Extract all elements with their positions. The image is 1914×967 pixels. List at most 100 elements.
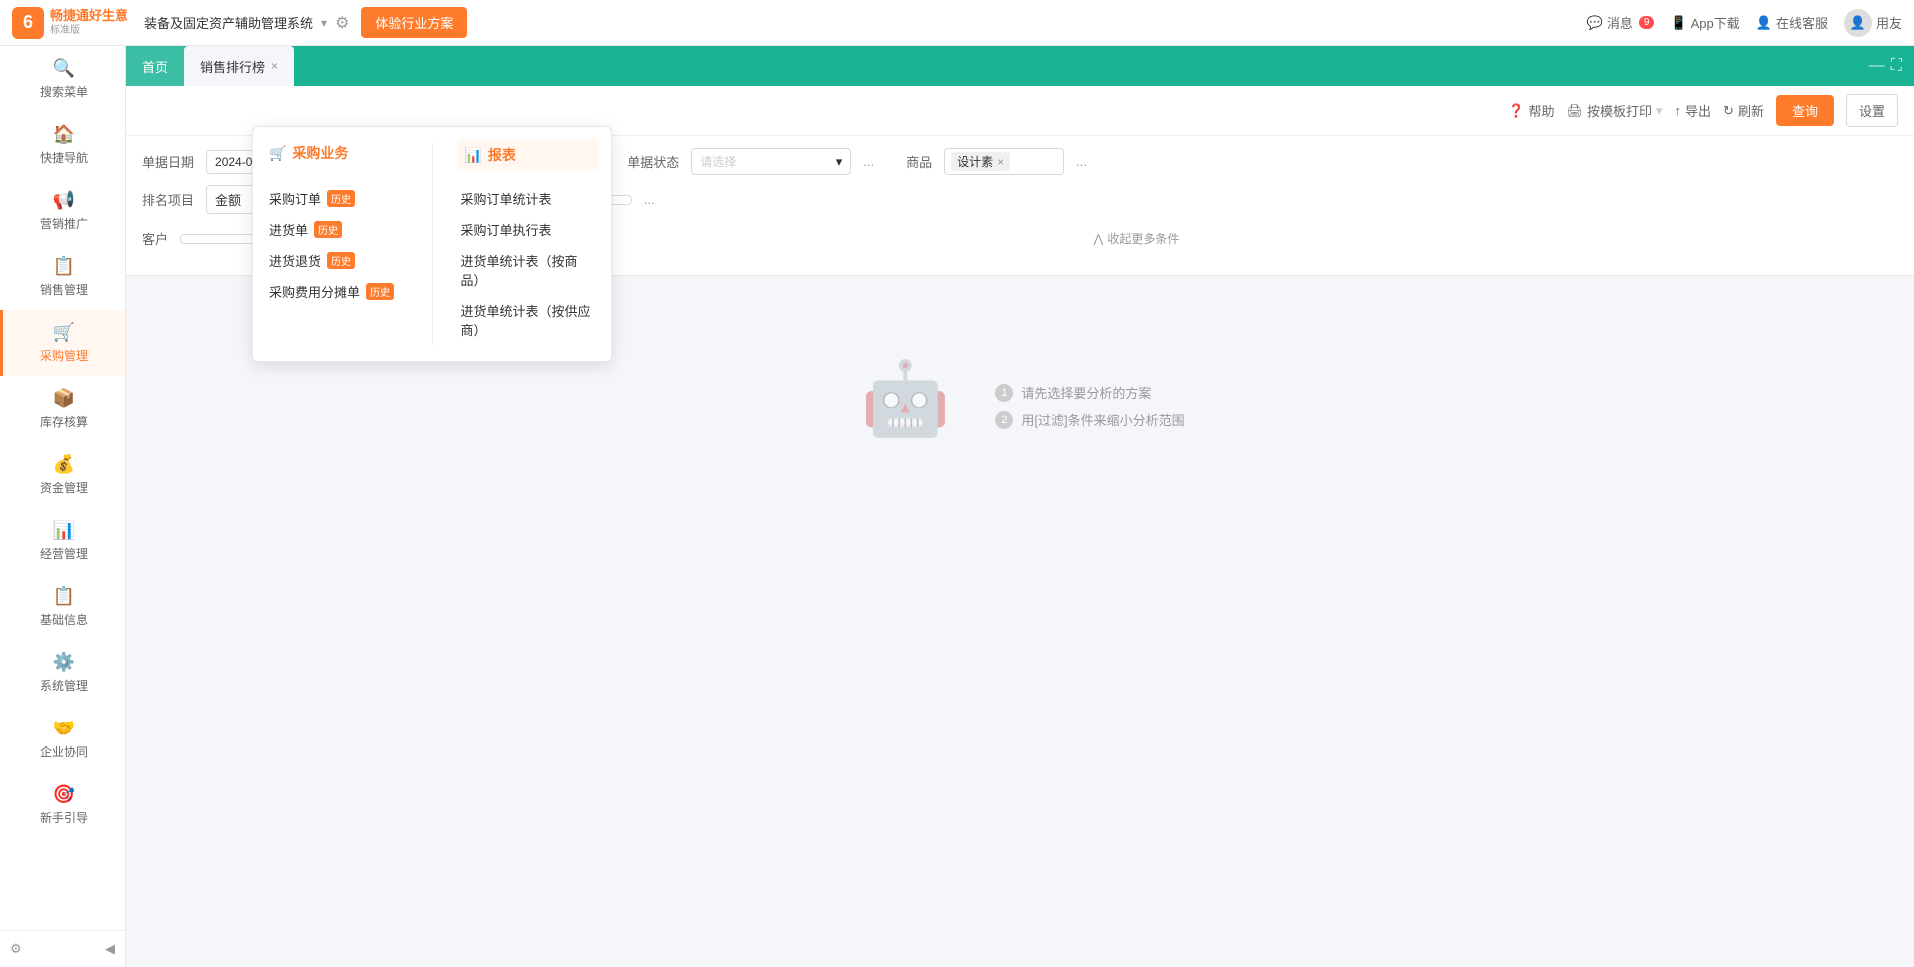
export-btn[interactable]: ↑ 导出 <box>1675 101 1712 120</box>
menu-item-purchase-order-stat-label: 采购订单统计表 <box>461 189 552 208</box>
page-content: ❓ 帮助 🖨 按模板打印 ▾ ↑ 导出 ↻ 刷新 <box>126 86 1914 967</box>
settings-button[interactable]: 设置 <box>1846 94 1898 127</box>
sidebar-item-basic[interactable]: 📋 基础信息 <box>0 574 125 640</box>
sidebar-label-purchase: 采购管理 <box>40 347 88 364</box>
sidebar-item-marketing[interactable]: 📢 营销推广 <box>0 178 125 244</box>
app-download-label: App下载 <box>1691 13 1740 32</box>
status-select[interactable]: 请选择 ▾ <box>691 148 851 175</box>
collapse-button[interactable]: ⋀ 收起更多条件 <box>1088 224 1186 253</box>
purchase-section-label: 采购业务 <box>292 143 348 163</box>
menu-divider <box>432 143 433 345</box>
sidebar-item-quicknav[interactable]: 🏠 快捷导航 <box>0 112 125 178</box>
hint-num-1: 1 <box>995 384 1013 402</box>
menu-item-receipt-stat-supplier[interactable]: 进货单统计表（按供应商） <box>461 295 596 345</box>
query-button[interactable]: 查询 <box>1776 95 1834 126</box>
menu-item-return-label: 进货退货 <box>269 251 321 270</box>
message-badge: 9 <box>1639 16 1655 29</box>
menu-item-receipt[interactable]: 进货单 历史 <box>269 214 404 245</box>
marketing-icon: 📢 <box>53 190 75 211</box>
robot-icon: 🤖 <box>855 356 955 441</box>
message-btn[interactable]: 💬 消息 9 <box>1587 13 1655 32</box>
content-area: 首页 销售排行榜 × — ⛶ ❓ 帮助 <box>126 46 1914 967</box>
menu-item-expense[interactable]: 采购费用分摊单 历史 <box>269 276 404 307</box>
logo-label: 标准版 <box>50 24 128 37</box>
hint-text-2: 用[过滤]条件来缩小分析范围 <box>1021 410 1184 429</box>
hint-num-2: 2 <box>995 411 1013 429</box>
headset-icon: 👤 <box>1756 15 1772 31</box>
app-download-btn[interactable]: 📱 App下载 <box>1670 13 1739 32</box>
rank-value: 金额 <box>215 190 241 209</box>
logo-icon: 6 <box>12 7 44 39</box>
report-section-title: 📊 报表 <box>457 139 600 171</box>
empty-content: 🤖 1 请先选择要分析的方案 2 用[过滤]条件来缩小分析范围 <box>855 356 1184 456</box>
status-dropdown-icon: ▾ <box>836 154 843 170</box>
trial-button[interactable]: 体验行业方案 <box>361 7 467 38</box>
status-label: 单据状态 <box>627 152 679 171</box>
goods-input[interactable]: 设计素 × <box>944 148 1064 175</box>
empty-hints: 1 请先选择要分析的方案 2 用[过滤]条件来缩小分析范围 <box>995 383 1184 429</box>
collapse-label: 收起更多条件 <box>1107 230 1179 247</box>
logo-text: 畅捷通好生意 标准版 <box>50 8 128 38</box>
empty-hint-2: 2 用[过滤]条件来缩小分析范围 <box>995 410 1184 429</box>
goods-dots[interactable]: ... <box>1076 154 1087 169</box>
status-dots[interactable]: ... <box>863 154 874 169</box>
receipt-history-badge: 历史 <box>314 221 342 238</box>
tab-maximize-icon[interactable]: ⛶ <box>1891 57 1902 75</box>
menu-item-purchase-order-exec[interactable]: 采购订单执行表 <box>461 214 596 245</box>
tab-minimize-icon[interactable]: — <box>1869 57 1885 75</box>
export-label: 导出 <box>1685 101 1711 120</box>
help-btn[interactable]: ❓ 帮助 <box>1508 101 1554 120</box>
user-area[interactable]: 👤 用友 <box>1844 9 1902 37</box>
purchase-icon: 🛒 <box>53 322 75 343</box>
tab-home[interactable]: 首页 <box>126 46 184 86</box>
search-icon: 🔍 <box>53 58 75 79</box>
sidebar-label-guide: 新手引导 <box>40 809 88 826</box>
sidebar-item-search[interactable]: 🔍 搜索菜单 <box>0 46 125 112</box>
sidebar-collapse-icon[interactable]: ◀ <box>105 941 115 957</box>
sidebar-settings-icon[interactable]: ⚙ <box>10 941 22 957</box>
tab-close-icon[interactable]: × <box>271 59 278 73</box>
sidebar-item-inventory[interactable]: 📦 库存核算 <box>0 376 125 442</box>
tab-sales-rank[interactable]: 销售排行榜 × <box>184 46 294 86</box>
sidebar-label-inventory: 库存核算 <box>40 413 88 430</box>
refresh-btn[interactable]: ↻ 刷新 <box>1723 101 1764 120</box>
rank-label: 排名项目 <box>142 190 194 209</box>
salesman-dots[interactable]: ... <box>644 192 655 207</box>
phone-icon: 📱 <box>1670 15 1686 31</box>
menu-item-expense-label: 采购费用分摊单 <box>269 282 360 301</box>
menu-item-receipt-stat-goods[interactable]: 进货单统计表（按商品） <box>461 245 596 295</box>
menu-item-receipt-label: 进货单 <box>269 220 308 239</box>
settings-icon[interactable]: ⚙ <box>335 13 349 33</box>
report-menu-icon: 📊 <box>465 147 482 164</box>
sidebar-item-system[interactable]: ⚙️ 系统管理 <box>0 640 125 706</box>
menu-item-purchase-order[interactable]: 采购订单 历史 <box>269 183 404 214</box>
tab-actions: — ⛶ <box>1869 57 1914 75</box>
print-template-btn[interactable]: 🖨 按模板打印 ▾ <box>1566 101 1662 120</box>
sidebar-label-finance: 资金管理 <box>40 479 88 496</box>
online-service-label: 在线客服 <box>1776 13 1828 32</box>
sidebar-item-purchase[interactable]: 🛒 采购管理 <box>0 310 125 376</box>
online-service-btn[interactable]: 👤 在线客服 <box>1756 13 1828 32</box>
home-icon: 🏠 <box>53 124 75 145</box>
tab-sales-rank-label: 销售排行榜 <box>200 57 265 76</box>
menu-item-return[interactable]: 进货退货 历史 <box>269 245 404 276</box>
sidebar-item-finance[interactable]: 💰 资金管理 <box>0 442 125 508</box>
operation-icon: 📊 <box>53 520 75 541</box>
menu-item-receipt-stat-supplier-label: 进货单统计表（按供应商） <box>461 301 596 339</box>
hint-text-1: 请先选择要分析的方案 <box>1021 383 1151 402</box>
system-name: 装备及固定资产辅助管理系统 <box>144 13 313 32</box>
sidebar-item-sales[interactable]: 📋 销售管理 <box>0 244 125 310</box>
report-section-label: 报表 <box>488 145 516 165</box>
sidebar-item-guide[interactable]: 🎯 新手引导 <box>0 772 125 838</box>
finance-icon: 💰 <box>53 454 75 475</box>
goods-tag-close[interactable]: × <box>997 155 1004 169</box>
purchase-section: 🛒 采购业务 采购订单 历史 进货单 历史 进货退货 <box>269 143 404 345</box>
logo-area: 6 畅捷通好生意 标准版 <box>12 7 128 39</box>
menu-item-purchase-order-stat[interactable]: 采购订单统计表 <box>461 183 596 214</box>
dropdown-arrow-icon[interactable]: ▾ <box>321 16 327 30</box>
sidebar-label-system: 系统管理 <box>40 677 88 694</box>
sidebar-item-cooperation[interactable]: 🤝 企业协同 <box>0 706 125 772</box>
sidebar-label-search: 搜索菜单 <box>40 83 88 100</box>
sidebar-item-operation[interactable]: 📊 经营管理 <box>0 508 125 574</box>
empty-hint-1: 1 请先选择要分析的方案 <box>995 383 1184 402</box>
